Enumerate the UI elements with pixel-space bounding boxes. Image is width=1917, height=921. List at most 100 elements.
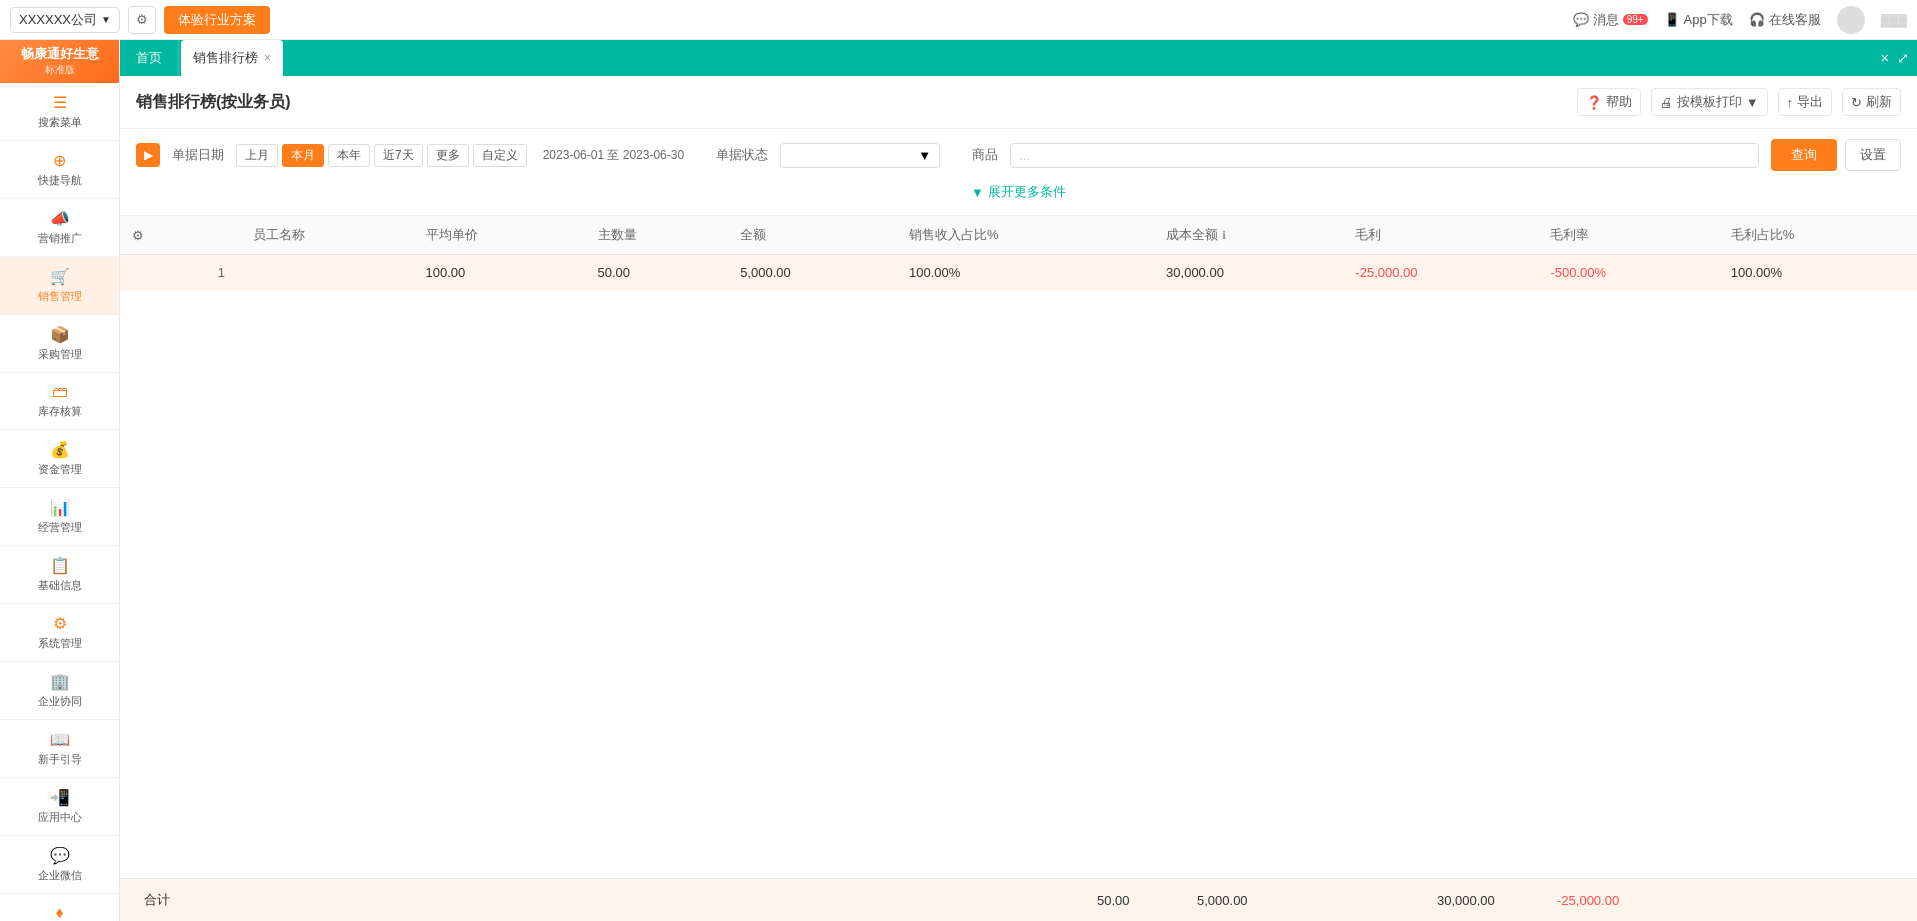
sidebar-label-marketing: 营销推广 <box>38 231 82 246</box>
content-area: 首页 销售排行榜 × × ⤢ 销售排行榜(按业务员) ❓ 帮助 <box>120 40 1917 921</box>
table-body: 1 100.00 50.00 5,000.00 100.00% 30,000.0… <box>120 255 1917 291</box>
sidebar-label-basic-info: 基础信息 <box>38 578 82 593</box>
expand-row: ▼ 展开更多条件 <box>136 179 1901 205</box>
tab-sales-ranking[interactable]: 销售排行榜 × <box>181 40 283 76</box>
table-row: 1 100.00 50.00 5,000.00 100.00% 30,000.0… <box>120 255 1917 291</box>
inventory-icon: 🗃 <box>52 383 68 401</box>
settings-icon-btn[interactable]: ⚙ <box>128 6 156 34</box>
date-btn-year[interactable]: 本年 <box>328 144 370 167</box>
settings-btn[interactable]: 设置 <box>1845 139 1901 171</box>
app-download-btn[interactable]: 📱 App下载 <box>1664 11 1733 29</box>
company-name: XXXXXX公司 <box>19 11 97 29</box>
td-employee <box>241 255 413 291</box>
sidebar-item-wechat[interactable]: 💬 企业微信 <box>0 836 119 894</box>
sidebar-item-purchase[interactable]: 📦 采购管理 <box>0 315 119 373</box>
date-btn-more[interactable]: 更多 <box>427 144 469 167</box>
user-name: ▓▓▓ <box>1881 13 1907 27</box>
sidebar-item-member[interactable]: ♦ 畅会员 <box>0 894 119 921</box>
refresh-btn[interactable]: ↻ 刷新 <box>1842 88 1901 116</box>
expand-label: 展开更多条件 <box>988 183 1066 201</box>
sidebar-label-finance: 资金管理 <box>38 462 82 477</box>
export-label: 导出 <box>1797 93 1823 111</box>
help-btn[interactable]: ❓ 帮助 <box>1577 88 1641 116</box>
sidebar-item-operations[interactable]: 📊 经营管理 <box>0 488 119 546</box>
sidebar-item-enterprise[interactable]: 🏢 企业协同 <box>0 662 119 720</box>
th-main-qty: 主数量 <box>586 216 729 255</box>
sidebar-label-quick-nav: 快捷导航 <box>38 173 82 188</box>
footer-gross-pct <box>1785 898 1905 902</box>
sidebar-item-search-order[interactable]: ☰ 搜索菜单 <box>0 83 119 141</box>
company-selector[interactable]: XXXXXX公司 ▼ <box>10 7 120 33</box>
wechat-icon: 💬 <box>50 846 70 865</box>
online-service-btn[interactable]: 🎧 在线客服 <box>1749 11 1821 29</box>
sidebar-item-finance[interactable]: 💰 资金管理 <box>0 430 119 488</box>
sidebar-label-search-order: 搜索菜单 <box>38 115 82 130</box>
sidebar-item-guide[interactable]: 📖 新手引导 <box>0 720 119 778</box>
sidebar-label-enterprise: 企业协同 <box>38 694 82 709</box>
finance-icon: 💰 <box>50 440 70 459</box>
th-gross: 毛利 <box>1343 216 1538 255</box>
logo-text: 畅康通好生意 <box>21 46 99 63</box>
footer-cost: 30,000.00 <box>1425 891 1545 910</box>
message-btn[interactable]: 💬 消息 99+ <box>1573 11 1648 29</box>
top-bar-left: XXXXXX公司 ▼ ⚙ 体验行业方案 <box>10 6 270 34</box>
date-btn-last-month[interactable]: 上月 <box>236 144 278 167</box>
filter-expand-arrow[interactable]: ▶ <box>136 143 160 167</box>
tab-minimize-icon[interactable]: × <box>1881 50 1889 66</box>
td-total: 5,000.00 <box>728 255 897 291</box>
help-icon: ❓ <box>1586 95 1602 110</box>
sidebar-item-app-center[interactable]: 📲 应用中心 <box>0 778 119 836</box>
sidebar-item-marketing[interactable]: 📣 营销推广 <box>0 199 119 257</box>
table-wrap: ⚙ 员工名称 平均单价 主数量 全额 销售收入占比% 成本全额 ℹ 毛利 <box>120 216 1917 878</box>
tab-maximize-icon[interactable]: ⤢ <box>1897 50 1909 66</box>
date-btn-7days[interactable]: 近7天 <box>374 144 423 167</box>
date-btn-current-month[interactable]: 本月 <box>282 144 324 167</box>
sidebar-logo: 畅康通好生意 标准版 <box>0 40 119 83</box>
page-actions: ❓ 帮助 🖨 按模板打印 ▼ ↑ 导出 ↻ 刷新 <box>1577 88 1901 116</box>
print-btn[interactable]: 🖨 按模板打印 ▼ <box>1651 88 1768 116</box>
tab-close-icon[interactable]: × <box>264 51 271 65</box>
sidebar-label-system: 系统管理 <box>38 636 82 651</box>
gear-icon: ⚙ <box>136 12 148 27</box>
status-chevron-icon: ▼ <box>918 148 931 163</box>
status-select[interactable]: ▼ <box>780 143 940 168</box>
print-chevron-icon: ▼ <box>1746 95 1759 110</box>
sidebar: 畅康通好生意 标准版 ☰ 搜索菜单 ⊕ 快捷导航 📣 营销推广 🛒 销售管理 📦… <box>0 40 120 921</box>
member-icon: ♦ <box>55 904 63 921</box>
goods-input[interactable]: ... <box>1010 143 1759 168</box>
date-filter-label: 单据日期 <box>172 146 224 164</box>
sidebar-label-inventory: 库存核算 <box>38 404 82 419</box>
footer-cells: 合计 50.00 5,000.00 30,000.00 -25,000.00 <box>132 889 1905 911</box>
sidebar-item-system[interactable]: ⚙ 系统管理 <box>0 604 119 662</box>
status-filter-label: 单据状态 <box>716 146 768 164</box>
experience-btn[interactable]: 体验行业方案 <box>164 6 270 34</box>
cost-info-icon: ℹ <box>1222 229 1226 241</box>
sidebar-item-quick-nav[interactable]: ⊕ 快捷导航 <box>0 141 119 199</box>
td-gross-rate: -500.00% <box>1538 255 1718 291</box>
search-order-icon: ☰ <box>53 93 67 112</box>
td-avg-price: 100.00 <box>414 255 586 291</box>
th-rank <box>201 216 241 255</box>
export-icon: ↑ <box>1787 95 1794 110</box>
tab-home[interactable]: 首页 <box>120 40 179 76</box>
th-employee: 员工名称 <box>241 216 413 255</box>
page-title: 销售排行榜(按业务员) <box>136 92 291 113</box>
sidebar-item-inventory[interactable]: 🗃 库存核算 <box>0 373 119 430</box>
avatar[interactable] <box>1837 6 1865 34</box>
footer-label: 合计 <box>132 889 212 911</box>
sidebar-label-wechat: 企业微信 <box>38 868 82 883</box>
action-buttons: 查询 设置 <box>1771 139 1901 171</box>
expand-more-btn[interactable]: ▼ 展开更多条件 <box>971 179 1066 205</box>
sidebar-item-basic-info[interactable]: 📋 基础信息 <box>0 546 119 604</box>
date-btn-custom[interactable]: 自定义 <box>473 144 527 167</box>
sidebar-item-sales[interactable]: 🛒 销售管理 <box>0 257 119 315</box>
app-label: App下载 <box>1684 11 1733 29</box>
sidebar-label-guide: 新手引导 <box>38 752 82 767</box>
query-btn[interactable]: 查询 <box>1771 139 1837 171</box>
marketing-icon: 📣 <box>50 209 70 228</box>
td-gross-pct: 100.00% <box>1719 255 1917 291</box>
print-icon: 🖨 <box>1660 95 1673 110</box>
column-settings-icon[interactable]: ⚙ <box>132 228 144 243</box>
purchase-icon: 📦 <box>50 325 70 344</box>
export-btn[interactable]: ↑ 导出 <box>1778 88 1833 116</box>
